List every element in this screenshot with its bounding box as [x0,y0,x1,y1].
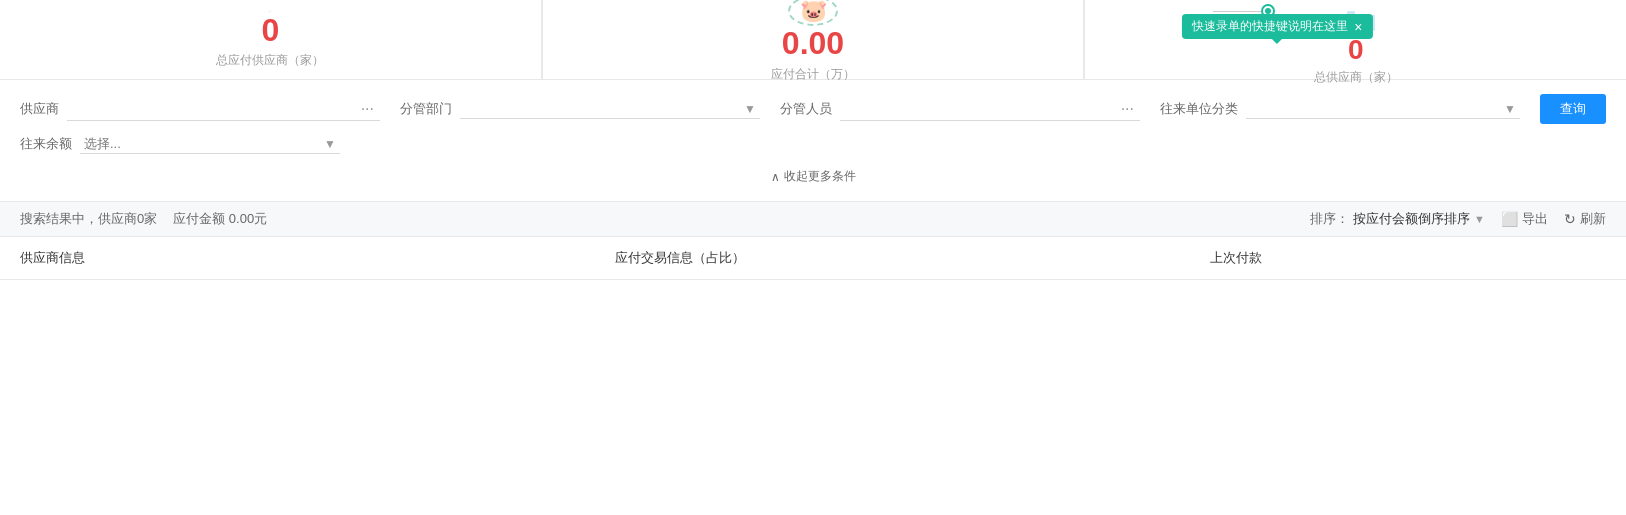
unit-category-arrow[interactable]: ▼ [1504,102,1516,116]
filter-balance: 往来余额 ▼ [20,134,340,154]
filter-supplier: 供应商 ··· [20,98,380,121]
stat-total-suppliers-label: 总供应商（家） [1314,69,1398,86]
dept-label: 分管部门 [400,100,452,118]
stats-bar: ¥ 0 总应付供应商（家） 🐷 0.00 应付合计（万） 快速录单的快捷键说明在… [0,0,1626,80]
person-input-wrapper: ··· [840,98,1140,121]
table-header: 供应商信息 应付交易信息（占比） 上次付款 [0,237,1626,280]
pig-icon: 🐷 [788,0,838,26]
table-body [0,280,1626,515]
stat-total-payable-suppliers: ¥ 0 总应付供应商（家） [0,0,542,79]
stat-payable-total-label: 应付合计（万） [771,66,855,83]
filter-row-1: 供应商 ··· 分管部门 ▼ 分管人员 ··· 往来单位分类 [20,94,1606,124]
export-btn[interactable]: ⬜ 导出 [1501,210,1548,228]
search-button[interactable]: 查询 [1540,94,1606,124]
stat-total-suppliers-number: 0 [1348,35,1364,66]
result-amount: 应付金额 0.00元 [173,210,267,228]
balance-input-wrapper: ▼ [80,134,340,154]
export-label: 导出 [1522,210,1548,228]
unit-category-input[interactable] [1250,101,1504,116]
collapse-icon: ∧ [771,170,780,184]
unit-category-input-wrapper: ▼ [1246,99,1520,119]
balance-arrow[interactable]: ▼ [324,137,336,151]
sort-control[interactable]: 排序： 按应付会额倒序排序 ▼ [1310,210,1485,228]
refresh-icon: ↻ [1564,211,1576,227]
stat-payable-suppliers-number: 0 [261,13,279,48]
stat-payable-total: 🐷 0.00 应付合计（万） [543,0,1085,79]
tooltip-text: 快速录单的快捷键说明在这里 [1192,18,1348,35]
dept-arrow[interactable]: ▼ [744,102,756,116]
supplier-dots[interactable]: ··· [359,100,376,118]
balance-input[interactable] [84,136,324,151]
refresh-btn[interactable]: ↻ 刷新 [1564,210,1606,228]
col-payable-info-header: 应付交易信息（占比） [615,249,1210,267]
col-last-payment-header: 上次付款 [1210,249,1607,267]
filter-unit-category: 往来单位分类 ▼ [1160,99,1520,119]
supplier-label: 供应商 [20,100,59,118]
export-icon: ⬜ [1501,211,1518,227]
collapse-btn[interactable]: ∧ 收起更多条件 [771,168,856,185]
person-label: 分管人员 [780,100,832,118]
dept-input[interactable] [464,101,744,116]
filter-area: 供应商 ··· 分管部门 ▼ 分管人员 ··· 往来单位分类 [0,80,1626,202]
filter-row-2: 往来余额 ▼ [20,134,1606,154]
col-supplier-info-header: 供应商信息 [20,249,615,267]
person-input[interactable] [844,101,1119,116]
unit-category-label: 往来单位分类 [1160,100,1238,118]
balance-label: 往来余额 [20,135,72,153]
result-actions: 排序： 按应付会额倒序排序 ▼ ⬜ 导出 ↻ 刷新 [1310,210,1606,228]
filter-dept: 分管部门 ▼ [400,99,760,119]
refresh-label: 刷新 [1580,210,1606,228]
stat-payable-total-number: 0.00 [782,26,844,61]
collapse-label: 收起更多条件 [784,168,856,185]
supplier-input[interactable] [71,101,359,116]
sort-arrow[interactable]: ▼ [1474,213,1485,225]
dept-input-wrapper: ▼ [460,99,760,119]
person-dots[interactable]: ··· [1119,100,1136,118]
sort-label[interactable]: 按应付会额倒序排序 [1353,210,1470,228]
collapse-row: ∧ 收起更多条件 [20,164,1606,193]
result-info: 搜索结果中，供应商0家 [20,210,157,228]
tooltip-badge: 快速录单的快捷键说明在这里 × [1182,14,1372,39]
filter-person: 分管人员 ··· [780,98,1140,121]
result-bar: 搜索结果中，供应商0家 应付金额 0.00元 排序： 按应付会额倒序排序 ▼ ⬜… [0,202,1626,237]
stat-payable-suppliers-label: 总应付供应商（家） [216,52,324,69]
supplier-input-wrapper: ··· [67,98,380,121]
tooltip-close-btn[interactable]: × [1354,20,1362,34]
stat-total-suppliers: 快速录单的快捷键说明在这里 × 0 总供应商（家） [1085,0,1626,79]
sort-prefix: 排序： [1310,210,1349,228]
